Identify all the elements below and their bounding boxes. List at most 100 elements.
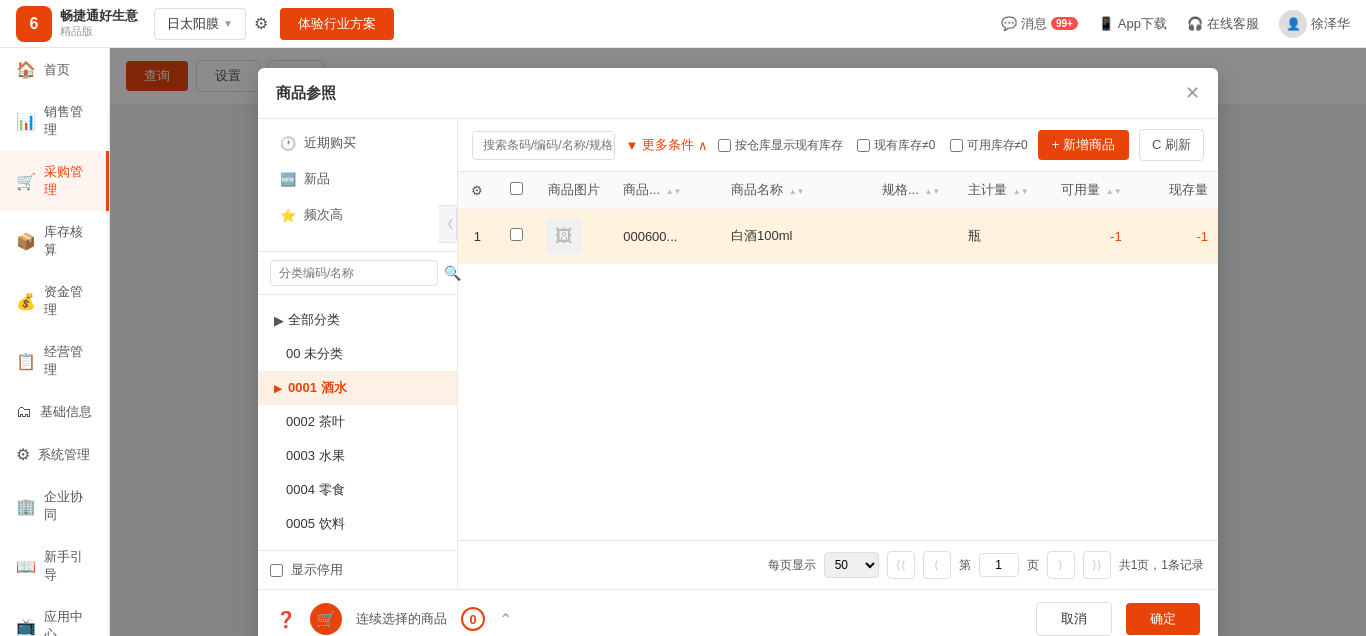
app-sub: 精品版 [60,24,138,39]
purchase-icon: 🛒 [16,172,36,191]
message-label: 消息 [1021,15,1047,33]
sidebar-label-guide: 新手引导 [44,548,93,584]
support-btn[interactable]: 🎧 在线客服 [1187,15,1259,33]
refresh-sm-btn[interactable]: C 刷新 [1139,129,1204,161]
user-area[interactable]: 👤 徐泽华 [1279,10,1350,38]
tree-label-0003: 0003 水果 [286,447,345,465]
store-name: 日太阳膜 [167,15,219,33]
exp-btn[interactable]: 体验行业方案 [280,8,394,40]
sidebar-item-system[interactable]: ⚙ 系统管理 [0,433,109,476]
check-warehouse-cb[interactable] [718,139,731,152]
sidebar-label-purchase: 采购管理 [44,163,90,199]
cancel-btn[interactable]: 取消 [1036,602,1112,636]
enterprise-icon: 🏢 [16,497,36,516]
sort-name-icon: ▲▼ [789,188,805,196]
nav-right: 💬 消息 99+ 📱 App下载 🎧 在线客服 👤 徐泽华 [1001,10,1350,38]
sidebar-item-home[interactable]: 🏠 首页 [0,48,109,91]
sidebar-item-guide[interactable]: 📖 新手引导 [0,536,109,596]
sidebar-item-apps[interactable]: 📺 应用中心 [0,596,109,636]
category-search-input[interactable] [270,260,438,286]
tree-item-0004[interactable]: 0004 零食 [258,473,457,507]
select-all-checkbox[interactable] [510,182,523,195]
selected-label: 连续选择的商品 [356,610,447,628]
tree-arrow-0001: ▶ [274,383,282,394]
page-number-input[interactable] [979,553,1019,577]
main-layout: 🏠 首页 📊 销售管理 🛒 采购管理 📦 库存核算 💰 资金管理 📋 经营管理 … [0,48,1366,636]
sidebar-item-basic[interactable]: 🗂 基础信息 [0,391,109,433]
sort-code-icon: ▲▼ [666,188,682,196]
tab-new[interactable]: 🆕 新品 [270,163,445,195]
store-selector-arrow: ▼ [223,18,233,29]
sidebar-item-ops[interactable]: 📋 经营管理 [0,331,109,391]
filter-icon: ▼ [625,138,638,153]
th-spec[interactable]: 规格... ▲▼ [872,172,958,209]
show-disabled-label[interactable]: 显示停用 [291,561,343,579]
table-row[interactable]: 1 🖼 000600... 白酒100ml [458,209,1218,264]
th-settings: ⚙ [458,172,497,209]
store-selector[interactable]: 日太阳膜 ▼ [154,8,246,40]
filter-btn[interactable]: ▼ 更多条件 ∧ [625,136,708,154]
last-page-btn[interactable]: ⟩⟩ [1083,551,1111,579]
tree-item-0005[interactable]: 0005 饮料 [258,507,457,541]
sidebar-item-sales[interactable]: 📊 销售管理 [0,91,109,151]
check-usable-option[interactable]: 可用库存≠0 [950,137,1028,154]
row-check [497,209,536,264]
next-page-btn[interactable]: ⟩ [1047,551,1075,579]
sidebar-item-inventory[interactable]: 📦 库存核算 [0,211,109,271]
tree-label-0004: 0004 零食 [286,481,345,499]
th-avail[interactable]: 可用量 ▲▼ [1045,172,1132,209]
th-unit[interactable]: 主计量 ▲▼ [958,172,1045,209]
th-check [497,172,536,209]
sidebar-item-enterprise[interactable]: 🏢 企业协同 [0,476,109,536]
left-panel: 🕐 近期购买 🆕 新品 ⭐ 频次高 [258,119,458,589]
th-code[interactable]: 商品... ▲▼ [613,172,721,209]
modal-title: 商品参照 [276,84,336,103]
check-avail-label: 现有库存≠0 [874,137,935,154]
tree-item-00[interactable]: 00 未分类 [258,337,457,371]
tree-item-0008[interactable]: 0008 水 [258,541,457,550]
apps-icon: 📺 [16,617,36,636]
footer-collapse-icon[interactable]: ⌃ [499,610,512,629]
show-disabled-checkbox[interactable] [270,564,283,577]
ops-icon: 📋 [16,352,36,371]
th-name[interactable]: 商品名称 ▲▼ [721,172,872,209]
cart-btn[interactable]: 🛒 [310,603,342,635]
modal-close-btn[interactable]: ✕ [1185,82,1200,104]
add-product-btn[interactable]: + 新增商品 [1038,130,1129,160]
logo-area: 6 畅捷通好生意 精品版 [16,6,138,42]
selected-count: 0 [461,607,485,631]
prev-page-btn[interactable]: ⟨ [923,551,951,579]
row-checkbox[interactable] [510,228,523,241]
tree-item-0003[interactable]: 0003 水果 [258,439,457,473]
tree-label-0002: 0002 茶叶 [286,413,345,431]
tree-item-0002[interactable]: 0002 茶叶 [258,405,457,439]
tree-item-all[interactable]: ▶ 全部分类 [258,303,457,337]
help-icon[interactable]: ❓ [276,610,296,629]
row-img: 🖼 [536,209,614,264]
app-download-btn[interactable]: 📱 App下载 [1098,15,1167,33]
sales-icon: 📊 [16,112,36,131]
left-panel-collapse-btn[interactable]: 《 [439,205,457,243]
tree-item-0001[interactable]: ▶ 0001 酒水 [258,371,457,405]
check-usable-cb[interactable] [950,139,963,152]
filter-arrow: ∧ [698,138,708,153]
frequent-icon: ⭐ [280,208,296,223]
page-word-2: 页 [1027,557,1039,574]
tree-label-0001: 0001 酒水 [288,379,347,397]
tab-frequent[interactable]: ⭐ 频次高 [270,199,445,231]
tab-recent[interactable]: 🕐 近期购买 [270,127,445,159]
per-page-select[interactable]: 20 50 100 [824,552,879,578]
check-avail-option[interactable]: 现有库存≠0 [857,137,935,154]
first-page-btn[interactable]: ⟨⟨ [887,551,915,579]
sidebar-label-inventory: 库存核算 [44,223,93,259]
category-tree: ▶ 全部分类 00 未分类 ▶ 0001 酒水 0002 茶 [258,295,457,550]
check-avail-cb[interactable] [857,139,870,152]
message-btn[interactable]: 💬 消息 99+ [1001,15,1078,33]
check-warehouse-option[interactable]: 按仓库显示现有库存 [718,137,843,154]
product-search-input[interactable] [473,132,615,158]
confirm-btn[interactable]: 确定 [1126,603,1200,635]
settings-icon[interactable]: ⚙ [254,14,268,33]
tab-frequent-label: 频次高 [304,206,343,224]
sidebar-item-finance[interactable]: 💰 资金管理 [0,271,109,331]
sidebar-item-purchase[interactable]: 🛒 采购管理 [0,151,109,211]
